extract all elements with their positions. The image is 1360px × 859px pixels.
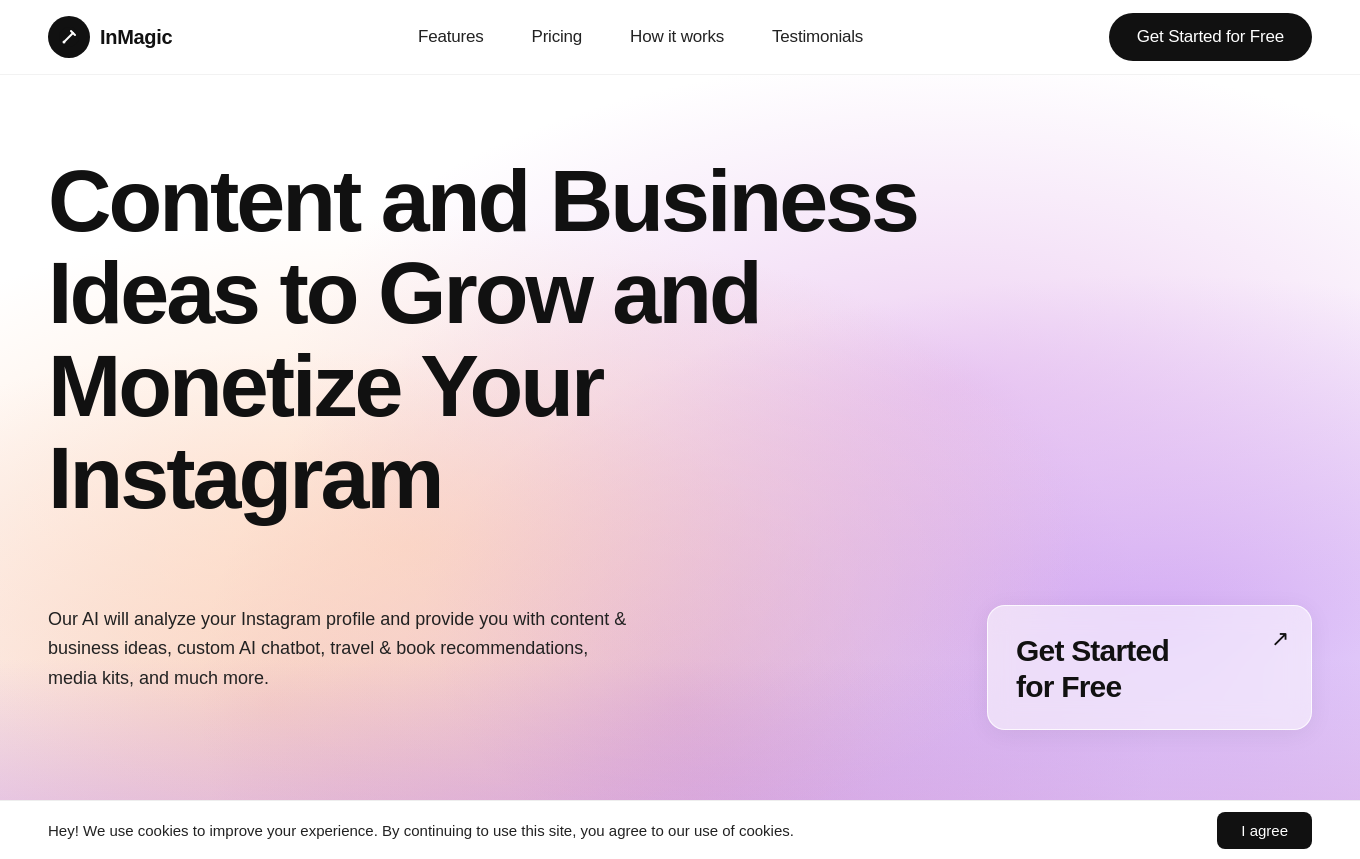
card-label: Get Startedfor Free: [1016, 633, 1169, 705]
cookie-banner: Hey! We use cookies to improve your expe…: [0, 800, 1360, 859]
hero-content: Content and Business Ideas to Grow and M…: [0, 75, 1360, 790]
cookie-message: Hey! We use cookies to improve your expe…: [48, 822, 794, 839]
logo-icon: [48, 16, 90, 58]
nav-testimonials[interactable]: Testimonials: [772, 27, 863, 46]
hero-title: Content and Business Ideas to Grow and M…: [48, 155, 948, 525]
get-started-card[interactable]: ↗ Get Startedfor Free: [987, 605, 1312, 730]
nav-links: Features Pricing How it works Testimonia…: [418, 27, 863, 47]
nav-cta-button[interactable]: Get Started for Free: [1109, 13, 1312, 61]
cookie-agree-button[interactable]: I agree: [1217, 812, 1312, 849]
hero-section: Content and Business Ideas to Grow and M…: [0, 75, 1360, 859]
nav-how-it-works[interactable]: How it works: [630, 27, 724, 46]
hero-bottom: Our AI will analyze your Instagram profi…: [48, 605, 1312, 730]
navbar: InMagic Features Pricing How it works Te…: [0, 0, 1360, 75]
logo-link[interactable]: InMagic: [48, 16, 172, 58]
svg-point-3: [63, 41, 66, 44]
hero-description: Our AI will analyze your Instagram profi…: [48, 605, 628, 694]
logo-svg: [57, 25, 81, 49]
nav-features[interactable]: Features: [418, 27, 484, 46]
brand-name: InMagic: [100, 26, 172, 49]
card-arrow-icon: ↗: [1271, 626, 1289, 652]
nav-pricing[interactable]: Pricing: [532, 27, 583, 46]
